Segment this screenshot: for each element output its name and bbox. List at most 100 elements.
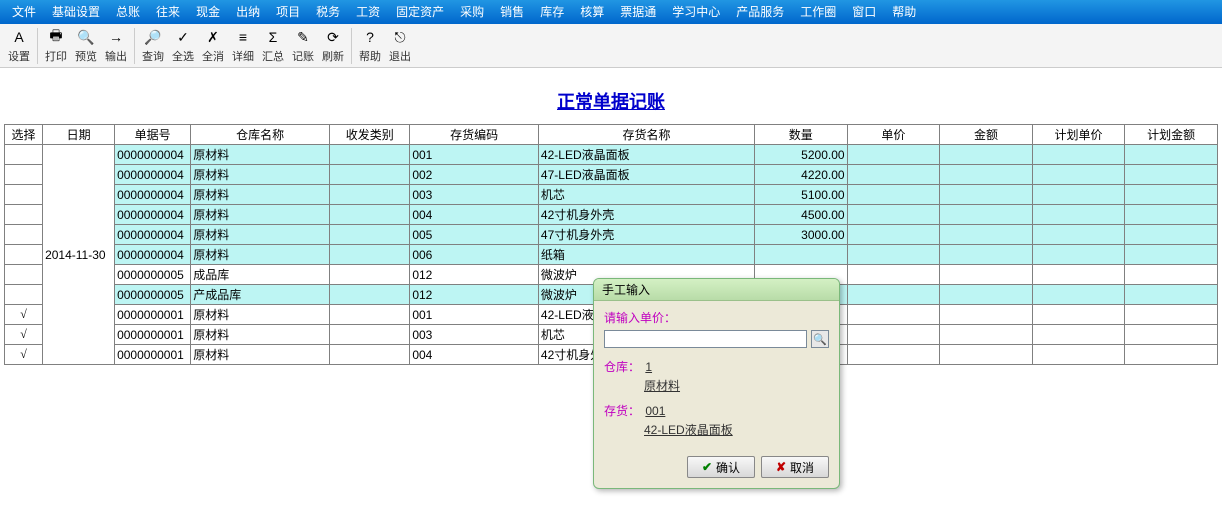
cell: 004 (410, 345, 539, 365)
menu-item-工作圈[interactable]: 工作圈 (792, 0, 844, 24)
menu-item-票据通[interactable]: 票据通 (612, 0, 664, 24)
menu-item-固定资产[interactable]: 固定资产 (388, 0, 452, 24)
cancel-button[interactable]: ✘ 取消 (761, 456, 829, 478)
menu-item-项目[interactable]: 项目 (268, 0, 308, 24)
help-button[interactable]: ?帮助 (355, 26, 385, 66)
col-header[interactable]: 计划单价 (1032, 125, 1125, 145)
export-button[interactable]: →输出 (101, 26, 131, 66)
menu-item-现金[interactable]: 现金 (188, 0, 228, 24)
cell (754, 245, 847, 265)
cell (847, 165, 940, 185)
menu-item-往来[interactable]: 往来 (148, 0, 188, 24)
cell (1125, 185, 1218, 205)
cell: 005 (410, 225, 539, 245)
cell: 原材料 (191, 325, 330, 345)
dialog-prompt: 请输入单价： (604, 309, 829, 326)
menu-item-库存[interactable]: 库存 (532, 0, 572, 24)
col-header[interactable]: 单据号 (115, 125, 191, 145)
menu-item-税务[interactable]: 税务 (308, 0, 348, 24)
menu-item-销售[interactable]: 销售 (492, 0, 532, 24)
table-row[interactable]: 0000000004原材料003机芯5100.00 (5, 185, 1218, 205)
cancel-label: 取消 (790, 459, 814, 476)
menu-item-核算[interactable]: 核算 (572, 0, 612, 24)
cell (330, 285, 410, 305)
col-header[interactable]: 选择 (5, 125, 43, 145)
menu-item-帮助[interactable]: 帮助 (884, 0, 924, 24)
exit-button[interactable]: ⎋退出 (385, 26, 415, 66)
toolbar-separator (134, 28, 135, 64)
cell: 产成品库 (191, 285, 330, 305)
page-title[interactable]: 正常单据记账 (557, 92, 665, 112)
table-row[interactable]: 0000000004原材料00247-LED液晶面板4220.00 (5, 165, 1218, 185)
cell (5, 285, 43, 305)
cell: 012 (410, 265, 539, 285)
menu-item-产品服务[interactable]: 产品服务 (728, 0, 792, 24)
refresh-button[interactable]: ⟳刷新 (318, 26, 348, 66)
export-button-icon: → (106, 27, 126, 47)
cell (330, 325, 410, 345)
select-all-button[interactable]: ✓全选 (168, 26, 198, 66)
table-row[interactable]: 0000000004原材料006纸箱 (5, 245, 1218, 265)
cell (847, 225, 940, 245)
warehouse-label: 仓库： (604, 360, 640, 374)
cell: 原材料 (191, 145, 330, 165)
dialog-body: 请输入单价： 🔍 仓库： 1 原材料 存货： 001 42-LED液晶面板 (594, 301, 839, 450)
exit-button-label: 退出 (389, 48, 411, 64)
warehouse-name: 原材料 (644, 377, 829, 394)
col-header[interactable]: 存货编码 (410, 125, 539, 145)
col-header[interactable]: 日期 (43, 125, 115, 145)
col-header[interactable]: 数量 (754, 125, 847, 145)
lookup-icon[interactable]: 🔍 (811, 330, 829, 348)
cell: 47寸机身外壳 (538, 225, 754, 245)
table-row[interactable]: 0000000004原材料00547寸机身外壳3000.00 (5, 225, 1218, 245)
refresh-button-label: 刷新 (322, 48, 344, 64)
search-button[interactable]: 🔎查询 (138, 26, 168, 66)
price-input[interactable] (604, 330, 807, 348)
print-button[interactable]: 🖶打印 (41, 26, 71, 66)
menu-item-总账[interactable]: 总账 (108, 0, 148, 24)
col-header[interactable]: 仓库名称 (191, 125, 330, 145)
cell (1125, 325, 1218, 345)
table-row[interactable]: 2014-11-300000000004原材料00142-LED液晶面板5200… (5, 145, 1218, 165)
menu-item-文件[interactable]: 文件 (4, 0, 44, 24)
preview-button-icon: 🔍 (76, 27, 96, 47)
cell (5, 225, 43, 245)
cell (847, 185, 940, 205)
cell (847, 265, 940, 285)
summary-button[interactable]: Σ汇总 (258, 26, 288, 66)
dialog-buttons: ✔ 确认 ✘ 取消 (594, 450, 839, 488)
menu-item-窗口[interactable]: 窗口 (844, 0, 884, 24)
cell (940, 225, 1033, 245)
preview-button[interactable]: 🔍预览 (71, 26, 101, 66)
cell (1125, 205, 1218, 225)
ok-button[interactable]: ✔ 确认 (687, 456, 755, 478)
table-row[interactable]: 0000000004原材料00442寸机身外壳4500.00 (5, 205, 1218, 225)
cell (5, 205, 43, 225)
cell (1125, 305, 1218, 325)
deselect-all-button[interactable]: ✗全消 (198, 26, 228, 66)
col-header[interactable]: 收发类别 (330, 125, 410, 145)
cell (1032, 265, 1125, 285)
settings-button[interactable]: A设置 (4, 26, 34, 66)
menu-item-基础设置[interactable]: 基础设置 (44, 0, 108, 24)
warehouse-code: 1 (645, 360, 652, 374)
cell: 0000000004 (115, 245, 191, 265)
dialog-input-row: 🔍 (604, 330, 829, 348)
toolbar-separator (37, 28, 38, 64)
menu-item-采购[interactable]: 采购 (452, 0, 492, 24)
cell (940, 165, 1033, 185)
summary-button-label: 汇总 (262, 48, 284, 64)
col-header[interactable]: 计划金额 (1125, 125, 1218, 145)
col-header[interactable]: 单价 (847, 125, 940, 145)
cell (847, 285, 940, 305)
menu-item-出纳[interactable]: 出纳 (228, 0, 268, 24)
dialog-title: 手工输入 (594, 279, 839, 301)
post-button[interactable]: ✎记账 (288, 26, 318, 66)
cell: 002 (410, 165, 539, 185)
col-header[interactable]: 金额 (940, 125, 1033, 145)
menu-item-学习中心[interactable]: 学习中心 (664, 0, 728, 24)
col-header[interactable]: 存货名称 (538, 125, 754, 145)
menu-item-工资[interactable]: 工资 (348, 0, 388, 24)
cell (940, 185, 1033, 205)
detail-button[interactable]: ≡详细 (228, 26, 258, 66)
